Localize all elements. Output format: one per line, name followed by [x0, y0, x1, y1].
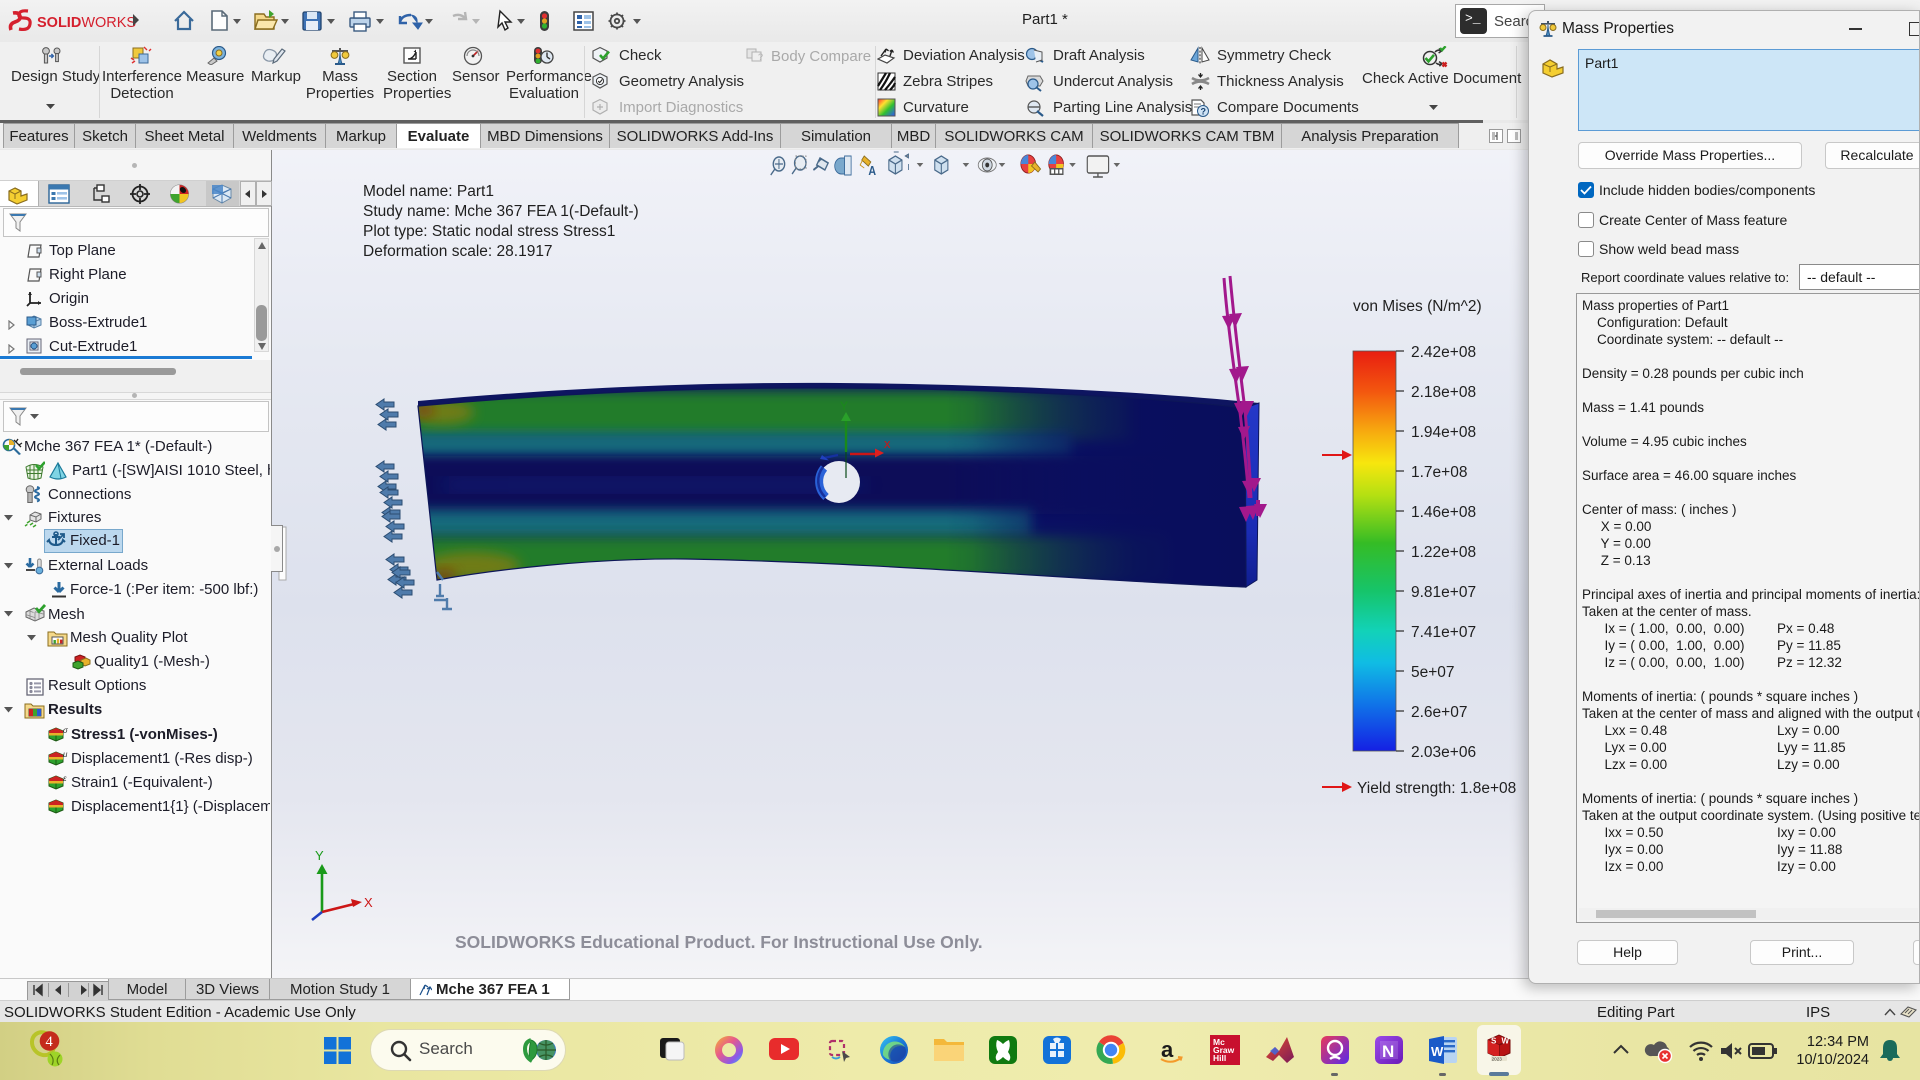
- svg-text:N: N: [1382, 1042, 1394, 1061]
- svg-text:σ: σ: [63, 726, 69, 735]
- svg-text:2.03e+06: 2.03e+06: [1411, 744, 1476, 761]
- svg-text:2.18e+08: 2.18e+08: [1411, 384, 1476, 401]
- svg-text:a: a: [1161, 1037, 1174, 1062]
- svg-text:4: 4: [46, 1034, 54, 1050]
- svg-text:W: W: [1431, 1044, 1444, 1059]
- svg-text:1.22e+08: 1.22e+08: [1411, 544, 1476, 561]
- svg-text:W: W: [1502, 1037, 1510, 1046]
- svg-text:Deformation scale: 28.1917: Deformation scale: 28.1917: [363, 243, 553, 260]
- svg-text:?: ?: [1201, 107, 1207, 117]
- svg-text:Y: Y: [840, 399, 848, 413]
- svg-text:Study name: Mche 367 FEA 1(-De: Study name: Mche 367 FEA 1(-Default-): [363, 203, 639, 220]
- svg-text:2.42e+08: 2.42e+08: [1411, 344, 1476, 361]
- svg-text:Hill: Hill: [1213, 1053, 1226, 1063]
- svg-text:?: ?: [758, 52, 763, 62]
- svg-text:2.6e+07: 2.6e+07: [1411, 704, 1467, 721]
- svg-text:1.94e+08: 1.94e+08: [1411, 424, 1476, 441]
- svg-text:X: X: [364, 895, 373, 910]
- svg-text:Y: Y: [315, 848, 324, 863]
- svg-text:ε: ε: [63, 774, 67, 783]
- svg-text:S: S: [1491, 1037, 1497, 1046]
- svg-text:x: x: [884, 436, 891, 451]
- svg-text:SOLIDWORKS Educational Product: SOLIDWORKS Educational Product. For Inst…: [455, 932, 983, 952]
- svg-text:1.46e+08: 1.46e+08: [1411, 504, 1476, 521]
- svg-text:9.81e+07: 9.81e+07: [1411, 584, 1476, 601]
- svg-text:SOLIDWORKS: SOLIDWORKS: [37, 15, 136, 31]
- svg-text:Yield strength: 1.8e+08: Yield strength: 1.8e+08: [1357, 780, 1516, 797]
- svg-text:von Mises (N/m^2): von Mises (N/m^2): [1353, 298, 1482, 315]
- svg-text:2023: 2023: [1492, 1057, 1503, 1062]
- svg-text:1.7e+08: 1.7e+08: [1411, 464, 1467, 481]
- svg-text:Model name: Part1: Model name: Part1: [363, 183, 494, 200]
- svg-text:5e+07: 5e+07: [1411, 664, 1455, 681]
- svg-text:Plot type: Static nodal stress: Plot type: Static nodal stress Stress1: [363, 223, 615, 240]
- svg-text:u: u: [63, 750, 68, 759]
- svg-text:A: A: [868, 163, 876, 178]
- svg-text:7.41e+07: 7.41e+07: [1411, 624, 1476, 641]
